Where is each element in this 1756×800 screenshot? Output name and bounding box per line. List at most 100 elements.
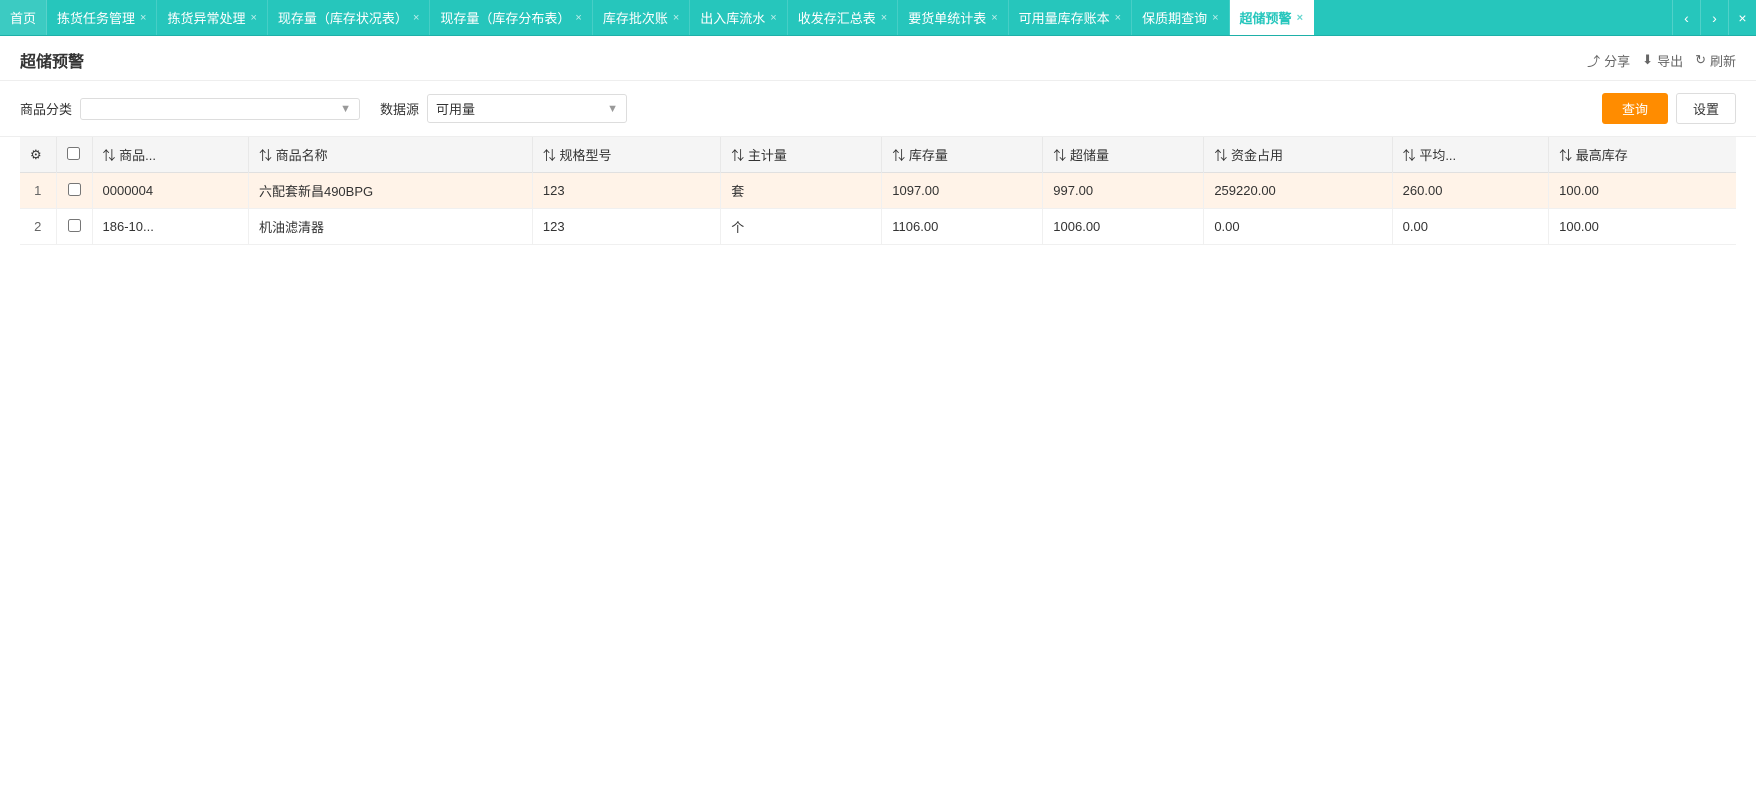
category-dropdown-arrow: ▼ — [340, 103, 351, 115]
nav-item-inventory-status[interactable]: 现存量（库存状况表） × — [268, 0, 430, 36]
category-select[interactable]: ▼ — [80, 98, 360, 120]
nav-item-inout-flow[interactable]: 出入库流水 × — [690, 0, 787, 36]
filter-actions: 查询 设置 — [1602, 93, 1736, 124]
sort-icon-capital: ⇅ — [1214, 148, 1227, 163]
sort-icon-overstock: ⇅ — [1053, 148, 1066, 163]
col-header-spec-label: 规格型号 — [560, 148, 612, 163]
row-2-product-code: 186-10... — [92, 209, 248, 245]
row-1-product-name: 六配套新昌490BPG — [248, 173, 532, 209]
nav-item-inventory-dist-label: 现存量（库存分布表） — [440, 8, 570, 27]
row-2-checkbox[interactable] — [68, 219, 81, 232]
nav-item-overstock-warning-label: 超储预警 — [1240, 8, 1292, 27]
category-filter-group: 商品分类 ▼ — [20, 98, 360, 120]
nav-item-overstock-warning[interactable]: 超储预警 × — [1230, 0, 1314, 36]
col-header-product-code[interactable]: ⇅ 商品... — [92, 137, 248, 173]
page-title: 超储预警 — [20, 48, 84, 72]
page-content: 超储预警 ⤴ 分享 ⬇ 导出 ↻ 刷新 商品分类 ▼ 数据源 — [0, 36, 1756, 800]
nav-item-batch-label: 库存批次账 — [603, 8, 668, 27]
settings-button[interactable]: 设置 — [1676, 93, 1736, 124]
sort-icon-avg: ⇅ — [1403, 148, 1416, 163]
nav-right-arrow[interactable]: › — [1700, 0, 1728, 36]
row-2-stock: 1106.00 — [882, 209, 1043, 245]
col-header-overstock[interactable]: ⇅ 超储量 — [1043, 137, 1204, 173]
datasource-select[interactable]: 可用量 ▼ — [427, 94, 627, 123]
col-header-overstock-label: 超储量 — [1070, 148, 1109, 163]
nav-item-available-ledger-close[interactable]: × — [1115, 12, 1121, 24]
row-1-num: 1 — [20, 173, 56, 209]
col-header-max-stock-label: 最高库存 — [1576, 148, 1628, 163]
share-button[interactable]: ⤴ 分享 — [1587, 51, 1630, 70]
nav-item-home[interactable]: 首页 — [0, 0, 47, 36]
col-header-stock-label: 库存量 — [909, 148, 948, 163]
col-header-product-code-label: 商品... — [119, 148, 156, 163]
nav-item-available-ledger[interactable]: 可用量库存账本 × — [1009, 0, 1132, 36]
col-header-capital[interactable]: ⇅ 资金占用 — [1204, 137, 1392, 173]
nav-item-order-stats[interactable]: 要货单统计表 × — [898, 0, 1008, 36]
nav-item-inout-flow-close[interactable]: × — [770, 12, 776, 24]
export-button[interactable]: ⬇ 导出 — [1642, 51, 1683, 70]
filter-area: 商品分类 ▼ 数据源 可用量 ▼ 查询 设置 — [0, 81, 1756, 137]
header-actions: ⤴ 分享 ⬇ 导出 ↻ 刷新 — [1587, 51, 1736, 70]
datasource-filter-group: 数据源 可用量 ▼ — [380, 94, 627, 123]
nav-arrows: ‹ › × — [1672, 0, 1756, 36]
row-1-checkbox[interactable] — [68, 183, 81, 196]
page-header: 超储预警 ⤴ 分享 ⬇ 导出 ↻ 刷新 — [0, 36, 1756, 81]
row-1-avg: 260.00 — [1392, 173, 1548, 209]
nav-item-inventory-dist[interactable]: 现存量（库存分布表） × — [430, 0, 592, 36]
nav-item-abnormal[interactable]: 拣货异常处理 × — [157, 0, 267, 36]
nav-item-overstock-warning-close[interactable]: × — [1297, 12, 1303, 24]
query-button[interactable]: 查询 — [1602, 93, 1668, 124]
col-header-checkbox — [56, 137, 92, 173]
col-header-product-name[interactable]: ⇅ 商品名称 — [248, 137, 532, 173]
nav-item-batch[interactable]: 库存批次账 × — [593, 0, 690, 36]
nav-left-arrow[interactable]: ‹ — [1672, 0, 1700, 36]
export-label: 导出 — [1657, 51, 1683, 70]
nav-item-abnormal-label: 拣货异常处理 — [167, 8, 245, 27]
row-1-max-stock: 100.00 — [1549, 173, 1736, 209]
row-2-avg: 0.00 — [1392, 209, 1548, 245]
col-header-unit[interactable]: ⇅ 主计量 — [721, 137, 882, 173]
sort-icon-stock: ⇅ — [892, 148, 905, 163]
col-header-avg-label: 平均... — [1419, 148, 1456, 163]
nav-item-collect-summary-close[interactable]: × — [881, 12, 887, 24]
col-header-gear: ⚙ — [20, 137, 56, 173]
col-header-stock[interactable]: ⇅ 库存量 — [882, 137, 1043, 173]
datasource-select-value: 可用量 — [436, 99, 475, 118]
share-label: 分享 — [1604, 51, 1630, 70]
export-icon: ⬇ — [1642, 52, 1653, 68]
table-container: ⚙ ⇅ 商品... ⇅ 商品名称 ⇅ 规格型号 — [0, 137, 1756, 245]
col-header-spec[interactable]: ⇅ 规格型号 — [532, 137, 720, 173]
nav-item-inventory-dist-close[interactable]: × — [575, 12, 581, 24]
nav-item-batch-close[interactable]: × — [673, 12, 679, 24]
nav-item-inventory-status-close[interactable]: × — [413, 12, 419, 24]
refresh-label: 刷新 — [1710, 51, 1736, 70]
nav-item-quality-check-close[interactable]: × — [1212, 12, 1218, 24]
category-filter-label: 商品分类 — [20, 99, 72, 118]
refresh-button[interactable]: ↻ 刷新 — [1695, 51, 1736, 70]
nav-close-all[interactable]: × — [1728, 0, 1756, 36]
top-navigation: 首页 拣货任务管理 × 拣货异常处理 × 现存量（库存状况表） × 现存量（库存… — [0, 0, 1756, 36]
row-1-product-code: 0000004 — [92, 173, 248, 209]
col-header-max-stock[interactable]: ⇅ 最高库存 — [1549, 137, 1736, 173]
col-header-avg[interactable]: ⇅ 平均... — [1392, 137, 1548, 173]
table-header-row: ⚙ ⇅ 商品... ⇅ 商品名称 ⇅ 规格型号 — [20, 137, 1736, 173]
nav-item-quality-check-label: 保质期查询 — [1142, 8, 1207, 27]
nav-item-collect-summary[interactable]: 收发存汇总表 × — [788, 0, 898, 36]
row-2-spec: 123 — [532, 209, 720, 245]
datasource-filter-label: 数据源 — [380, 99, 419, 118]
row-2-checkbox-cell — [56, 209, 92, 245]
gear-icon[interactable]: ⚙ — [30, 147, 42, 162]
nav-item-task-mgmt-close[interactable]: × — [140, 12, 146, 24]
sort-icon: ⇅ — [103, 148, 116, 163]
datasource-dropdown-arrow: ▼ — [607, 103, 618, 115]
row-1-overstock: 997.00 — [1043, 173, 1204, 209]
nav-item-quality-check[interactable]: 保质期查询 × — [1132, 0, 1229, 36]
select-all-checkbox[interactable] — [67, 147, 80, 160]
nav-item-abnormal-close[interactable]: × — [250, 12, 256, 24]
nav-item-task-mgmt[interactable]: 拣货任务管理 × — [47, 0, 157, 36]
nav-item-order-stats-close[interactable]: × — [991, 12, 997, 24]
share-icon: ⤴ — [1587, 51, 1600, 70]
row-1-unit: 套 — [721, 173, 882, 209]
row-1-spec: 123 — [532, 173, 720, 209]
row-2-unit: 个 — [721, 209, 882, 245]
